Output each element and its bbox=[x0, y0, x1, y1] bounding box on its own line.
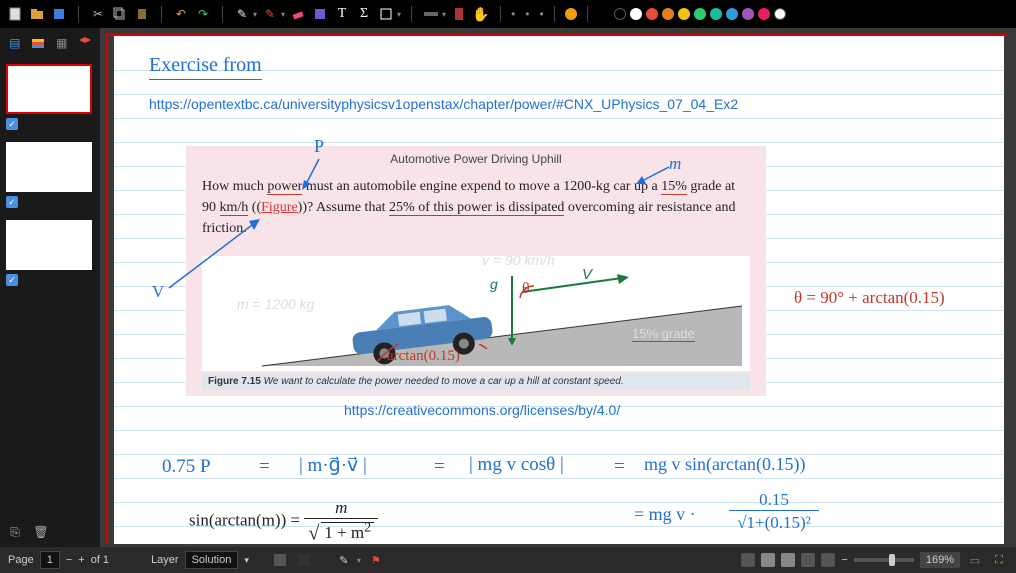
sidebar: ▤ ▦ ✓ ✓ ✓ bbox=[0, 28, 100, 547]
page-next[interactable]: + bbox=[78, 554, 84, 566]
doc-icon[interactable] bbox=[6, 5, 24, 23]
view-mode-3[interactable] bbox=[781, 553, 795, 567]
page-thumb-2[interactable] bbox=[6, 142, 92, 192]
view-mode-2[interactable] bbox=[761, 553, 775, 567]
bb-pen-icon[interactable]: ✎ bbox=[335, 551, 353, 569]
layer-label: Layer bbox=[151, 554, 179, 566]
page-prev[interactable]: − bbox=[66, 554, 72, 566]
formula: sin(arctan(m)) = m √1 + m2 bbox=[189, 498, 378, 544]
grade-label: 15% grade bbox=[632, 326, 695, 342]
page-title: Exercise from bbox=[149, 54, 262, 80]
figure-caption: Figure 7.15 We want to calculate the pow… bbox=[202, 373, 750, 390]
view-mode-5[interactable] bbox=[821, 553, 835, 567]
color-palette[interactable] bbox=[598, 8, 786, 20]
layer-value[interactable]: Solution bbox=[185, 551, 239, 569]
m-arrow bbox=[634, 164, 674, 189]
page-thumb-3[interactable] bbox=[6, 220, 92, 270]
layer-dropdown-icon[interactable]: ▾ bbox=[244, 555, 249, 566]
eq2-lhs: = mg v · bbox=[634, 504, 696, 525]
bb-tool-2[interactable] bbox=[295, 551, 313, 569]
redo-icon[interactable]: ↷ bbox=[194, 5, 212, 23]
sidebar-tab-3d[interactable] bbox=[77, 34, 95, 52]
thumb-check-2[interactable]: ✓ bbox=[6, 196, 18, 208]
ruler-icon[interactable] bbox=[422, 5, 440, 23]
eq-b: | mg v cosθ | bbox=[469, 454, 564, 476]
source-link[interactable]: https://opentextbc.ca/universityphysicsv… bbox=[149, 96, 738, 112]
zoom-out[interactable]: − bbox=[841, 554, 847, 566]
page-label: Page bbox=[8, 554, 34, 566]
add-page-icon[interactable]: ⎘ bbox=[6, 523, 24, 541]
copy-icon[interactable] bbox=[111, 5, 129, 23]
p-arrow bbox=[299, 154, 329, 194]
eq2-frac: 0.15 √1+(0.15)² bbox=[729, 490, 819, 533]
eq-lhs: 0.75 P bbox=[162, 456, 211, 478]
folder-icon[interactable] bbox=[28, 5, 46, 23]
page-thumb-1[interactable] bbox=[6, 64, 92, 114]
v-annot: V bbox=[152, 282, 164, 302]
top-toolbar: ✂ ↶ ↷ ✎▾ ✎▾ T Σ ▾ ▾ ✋ ••• bbox=[0, 0, 1016, 28]
view-mode-4[interactable] bbox=[801, 553, 815, 567]
pen-icon[interactable]: ✎ bbox=[233, 5, 251, 23]
zoom-value: 169% bbox=[920, 552, 960, 568]
sidebar-tab-list[interactable]: ▤ bbox=[6, 34, 24, 52]
page-number[interactable]: 1 bbox=[40, 551, 60, 569]
page-of: of 1 bbox=[91, 554, 109, 566]
undo-icon[interactable]: ↶ bbox=[172, 5, 190, 23]
fullscreen-icon[interactable]: ⛶ bbox=[990, 551, 1008, 569]
eq-eq3: = bbox=[614, 456, 625, 478]
theta-eq: θ = 90° + arctan(0.15) bbox=[794, 288, 945, 308]
text-icon[interactable]: T bbox=[333, 5, 351, 23]
select-icon[interactable] bbox=[311, 5, 329, 23]
canvas[interactable]: Exercise from https://opentextbc.ca/univ… bbox=[100, 28, 1016, 547]
eq-c: mg v sin(arctan(0.15)) bbox=[644, 454, 805, 475]
math-icon[interactable]: Σ bbox=[355, 5, 373, 23]
thumb-check-3[interactable]: ✓ bbox=[6, 274, 18, 286]
page: Exercise from https://opentextbc.ca/univ… bbox=[114, 36, 1004, 544]
bb-flag-icon[interactable]: ⚑ bbox=[367, 551, 385, 569]
trash-icon[interactable]: 🗑 bbox=[32, 523, 50, 541]
thumb-check-1[interactable]: ✓ bbox=[6, 118, 18, 130]
eq-eq1: = bbox=[259, 456, 270, 478]
g-label: g bbox=[490, 276, 498, 292]
cut-icon[interactable]: ✂ bbox=[89, 5, 107, 23]
eq-a: | m·g⃗·v⃗ | bbox=[299, 454, 367, 477]
paste-icon[interactable] bbox=[133, 5, 151, 23]
sidebar-tab-grid[interactable]: ▦ bbox=[53, 34, 71, 52]
m-label: m = 1200 kg bbox=[237, 296, 314, 312]
sidebar-tab-layers[interactable] bbox=[30, 34, 48, 52]
eq-eq2: = bbox=[434, 456, 445, 478]
zoom-slider[interactable] bbox=[854, 558, 914, 562]
view-mode-1[interactable] bbox=[741, 553, 755, 567]
stroke-width[interactable] bbox=[565, 8, 577, 20]
problem-box: Automotive Power Driving Uphill How much… bbox=[186, 146, 766, 396]
tool-icon[interactable] bbox=[450, 5, 468, 23]
highlighter-icon[interactable]: ✎ bbox=[261, 5, 279, 23]
bb-tool-1[interactable] bbox=[271, 551, 289, 569]
figure-area: v = 90 km/h m = 1200 kg 15% grade bbox=[202, 256, 750, 371]
license-link[interactable]: https://creativecommons.org/licenses/by/… bbox=[344, 402, 620, 418]
fit-icon[interactable]: ▭ bbox=[966, 551, 984, 569]
v-vec: V bbox=[582, 266, 592, 283]
sidebar-bottom-tools: ⎘ 🗑 bbox=[6, 523, 50, 541]
save-icon[interactable] bbox=[50, 5, 68, 23]
shape-icon[interactable] bbox=[377, 5, 395, 23]
hand-icon[interactable]: ✋ bbox=[472, 5, 490, 23]
eraser-icon[interactable] bbox=[289, 5, 307, 23]
problem-text: How much power must an automobile engine… bbox=[186, 166, 766, 243]
status-bar: Page 1 − + of 1 Layer Solution ▾ ✎▾ ⚑ − … bbox=[0, 547, 1016, 573]
v-arrow-annot bbox=[164, 216, 264, 296]
